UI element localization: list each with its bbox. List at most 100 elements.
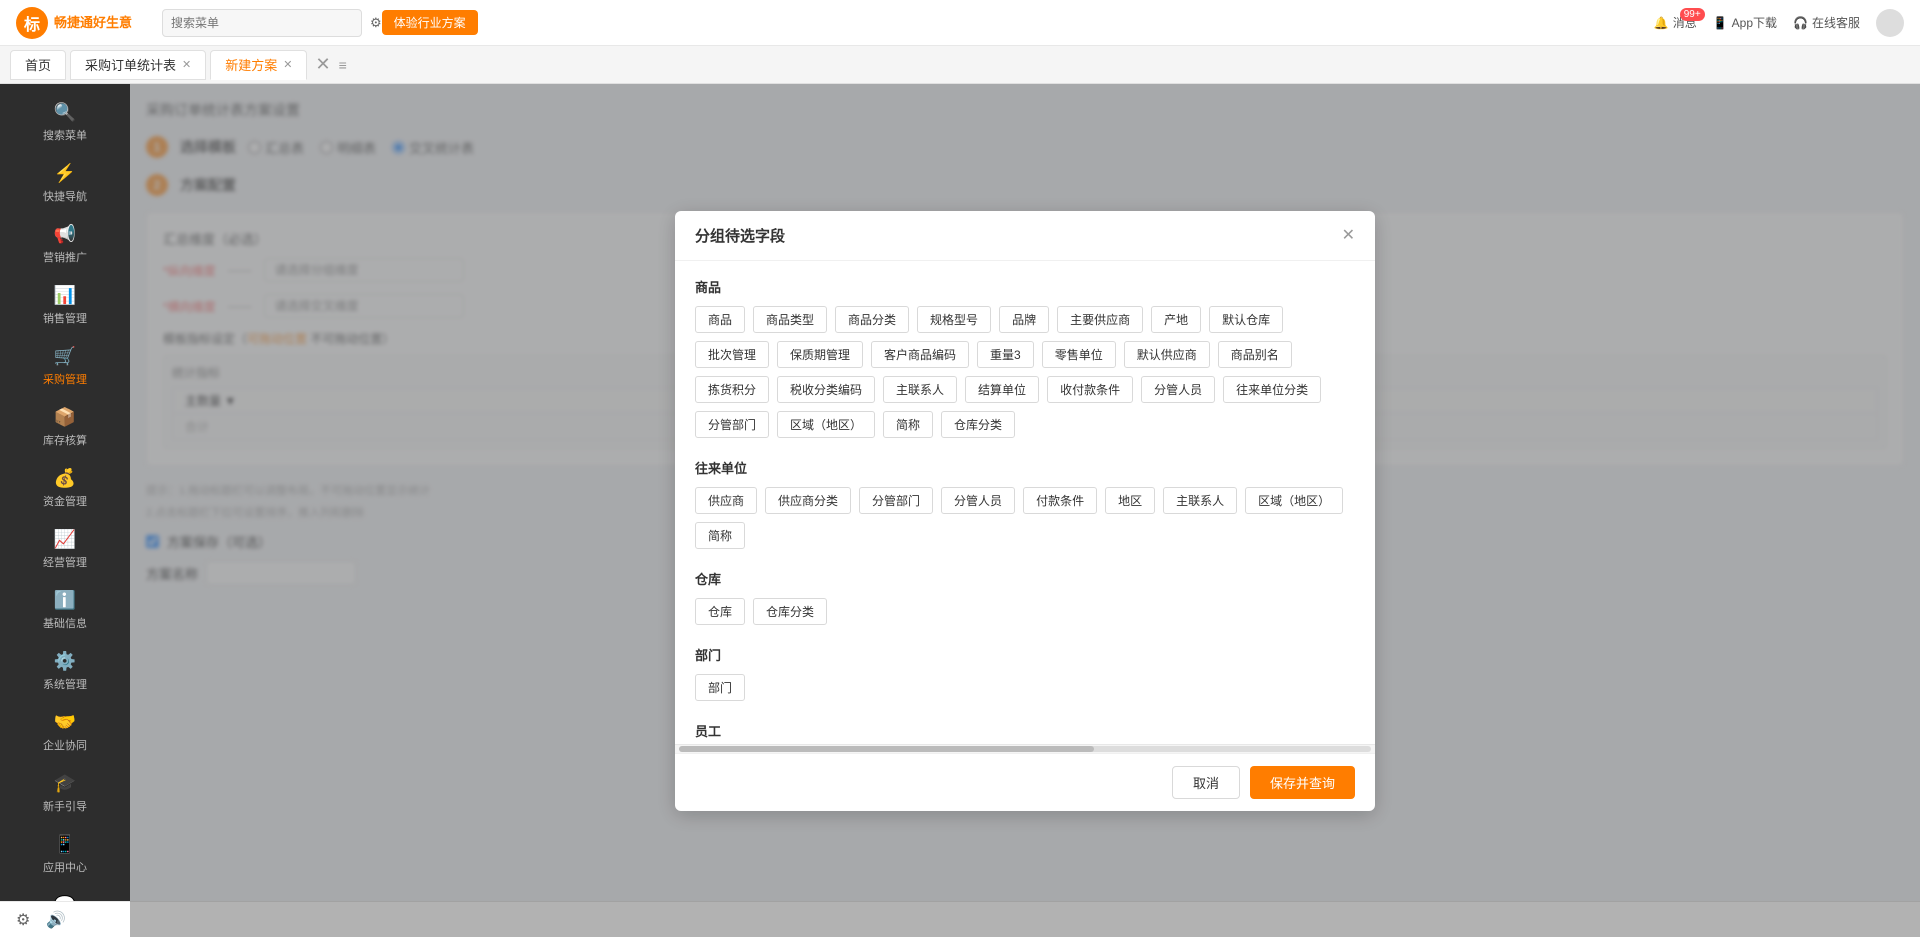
field-tag-supplier[interactable]: 供应商: [695, 487, 757, 514]
sidebar-item-marketing[interactable]: 📢 营销推广: [0, 214, 130, 275]
field-tag-manager[interactable]: 分管人员: [1141, 376, 1215, 403]
sidebar-item-basic-info[interactable]: ℹ️ 基础信息: [0, 580, 130, 641]
search-input[interactable]: [162, 9, 362, 37]
field-tag-goods-alias[interactable]: 商品别名: [1218, 341, 1292, 368]
user-avatar[interactable]: [1876, 9, 1904, 37]
modal-horizontal-scrollbar[interactable]: [675, 744, 1375, 753]
app-download-label: App下载: [1732, 14, 1777, 31]
logo-area: 标 畅捷通好生意: [16, 7, 146, 39]
field-tag-partner-abbr[interactable]: 简称: [695, 522, 745, 549]
section-employee: 员工 业务员: [695, 721, 1355, 744]
modal-footer: 取消 保存并查询: [675, 753, 1375, 811]
bottom-audio-icon[interactable]: 🔊: [46, 910, 66, 930]
sidebar-item-quick-nav[interactable]: ⚡ 快捷导航: [0, 153, 130, 214]
field-tag-customer-code[interactable]: 客户商品编码: [871, 341, 969, 368]
notification-bell[interactable]: 🔔 消息 99+: [1654, 14, 1697, 31]
field-tag-main-contact[interactable]: 主联系人: [883, 376, 957, 403]
tab-bar: 首页 采购订单统计表 ✕ 新建方案 ✕ ✕ ≡: [0, 46, 1920, 84]
tab-purchase-stats-close[interactable]: ✕: [182, 58, 191, 71]
h-scrollbar-thumb: [679, 746, 1094, 752]
inventory-icon: 📦: [54, 407, 76, 428]
field-tag-retail-unit[interactable]: 零售单位: [1042, 341, 1116, 368]
field-tag-pay-terms[interactable]: 收付款条件: [1047, 376, 1133, 403]
field-tag-wh-cat[interactable]: 仓库分类: [753, 598, 827, 625]
logo-icon: 标: [16, 7, 48, 39]
quick-nav-icon: ⚡: [54, 163, 76, 184]
field-tag-wh[interactable]: 仓库: [695, 598, 745, 625]
tab-new-plan[interactable]: 新建方案 ✕: [210, 50, 307, 80]
field-tag-supplier-cat[interactable]: 供应商分类: [765, 487, 851, 514]
section-dept: 部门 部门: [695, 645, 1355, 701]
field-tag-partner-category[interactable]: 往来单位分类: [1223, 376, 1321, 403]
field-tag-area[interactable]: 地区: [1105, 487, 1155, 514]
field-tag-origin[interactable]: 产地: [1151, 306, 1201, 333]
field-tag-brand[interactable]: 品牌: [999, 306, 1049, 333]
notification-badge: 99+: [1680, 8, 1705, 21]
sidebar-item-system[interactable]: ⚙️ 系统管理: [0, 641, 130, 702]
section-partner: 往来单位 供应商 供应商分类 分管部门 分管人员 付款条件 地区 主联系人 区域…: [695, 458, 1355, 549]
sidebar-item-inventory[interactable]: 📦 库存核算: [0, 397, 130, 458]
cancel-button[interactable]: 取消: [1172, 766, 1240, 799]
field-tag-weight[interactable]: 重量3: [977, 341, 1034, 368]
field-tag-partner-manager[interactable]: 分管人员: [941, 487, 1015, 514]
sidebar-item-guide[interactable]: 🎓 新手引导: [0, 763, 130, 824]
field-tag-default-warehouse[interactable]: 默认仓库: [1209, 306, 1283, 333]
field-tag-pick-points[interactable]: 拣货积分: [695, 376, 769, 403]
sidebar-inventory-label: 库存核算: [43, 432, 87, 448]
sidebar-search-label: 搜索菜单: [43, 127, 87, 143]
field-tag-goods-type[interactable]: 商品类型: [753, 306, 827, 333]
section-dept-tags: 部门: [695, 674, 1355, 701]
field-tag-dept-in-charge[interactable]: 分管部门: [695, 411, 769, 438]
bell-icon: 🔔: [1654, 16, 1669, 30]
section-goods-tags: 商品 商品类型 商品分类 规格型号 品牌 主要供应商 产地 默认仓库 批次管理 …: [695, 306, 1355, 438]
field-tag-batch-mgmt[interactable]: 批次管理: [695, 341, 769, 368]
section-employee-title: 员工: [695, 721, 1355, 740]
field-tag-payment-terms[interactable]: 付款条件: [1023, 487, 1097, 514]
tab-purchase-stats[interactable]: 采购订单统计表 ✕: [70, 50, 206, 80]
trial-btn[interactable]: 体验行业方案: [382, 10, 478, 35]
field-tag-partner-region[interactable]: 区域（地区）: [1245, 487, 1343, 514]
marketing-icon: 📢: [54, 224, 76, 245]
sidebar: 🔍 搜索菜单 ⚡ 快捷导航 📢 营销推广 📊 销售管理 🛒 采购管理 📦 库存核…: [0, 84, 130, 937]
sidebar-item-operations[interactable]: 📈 经营管理: [0, 519, 130, 580]
field-tag-spec-model[interactable]: 规格型号: [917, 306, 991, 333]
sidebar-quick-nav-label: 快捷导航: [43, 188, 87, 204]
bottom-settings-icon[interactable]: ⚙: [16, 910, 30, 930]
sales-icon: 📊: [54, 285, 76, 306]
field-tag-main-supplier[interactable]: 主要供应商: [1057, 306, 1143, 333]
tab-new-plan-close[interactable]: ✕: [283, 58, 292, 71]
section-warehouse-tags: 仓库 仓库分类: [695, 598, 1355, 625]
field-tag-abbr[interactable]: 简称: [883, 411, 933, 438]
sidebar-item-search[interactable]: 🔍 搜索菜单: [0, 92, 130, 153]
tab-more-icon[interactable]: ≡: [339, 57, 347, 73]
sidebar-item-collab[interactable]: 🤝 企业协同: [0, 702, 130, 763]
tab-home-label: 首页: [25, 55, 51, 74]
modal-close-icon[interactable]: ✕: [1342, 225, 1355, 245]
field-tag-region[interactable]: 区域（地区）: [777, 411, 875, 438]
field-tag-dept[interactable]: 部门: [695, 674, 745, 701]
online-service-link[interactable]: 🎧 在线客服: [1793, 14, 1860, 31]
field-tag-settle-unit[interactable]: 结算单位: [965, 376, 1039, 403]
field-tag-tax-code[interactable]: 税收分类编码: [777, 376, 875, 403]
settings-gear-icon[interactable]: ⚙: [370, 15, 382, 31]
field-tag-partner-contact[interactable]: 主联系人: [1163, 487, 1237, 514]
close-page-icon[interactable]: ✕: [315, 54, 330, 75]
modal-body: 商品 商品 商品类型 商品分类 规格型号 品牌 主要供应商 产地 默认仓库 批次…: [675, 261, 1375, 744]
sidebar-item-sales[interactable]: 📊 销售管理: [0, 275, 130, 336]
save-query-button[interactable]: 保存并查询: [1250, 766, 1355, 799]
sidebar-item-finance[interactable]: 💰 资金管理: [0, 458, 130, 519]
section-warehouse: 仓库 仓库 仓库分类: [695, 569, 1355, 625]
app-download-link[interactable]: 📱 App下载: [1713, 14, 1777, 31]
field-tag-partner-dept[interactable]: 分管部门: [859, 487, 933, 514]
tab-home[interactable]: 首页: [10, 50, 66, 80]
field-tag-shelf-life[interactable]: 保质期管理: [777, 341, 863, 368]
field-tag-goods[interactable]: 商品: [695, 306, 745, 333]
sidebar-purchase-label: 采购管理: [43, 371, 87, 387]
logo-text: 畅捷通好生意: [54, 15, 132, 31]
field-tag-warehouse-cat[interactable]: 仓库分类: [941, 411, 1015, 438]
field-tag-goods-category[interactable]: 商品分类: [835, 306, 909, 333]
sidebar-item-purchase[interactable]: 🛒 采购管理: [0, 336, 130, 397]
field-tag-default-supplier[interactable]: 默认供应商: [1124, 341, 1210, 368]
section-partner-title: 往来单位: [695, 458, 1355, 477]
sidebar-item-app-center[interactable]: 📱 应用中心: [0, 824, 130, 885]
